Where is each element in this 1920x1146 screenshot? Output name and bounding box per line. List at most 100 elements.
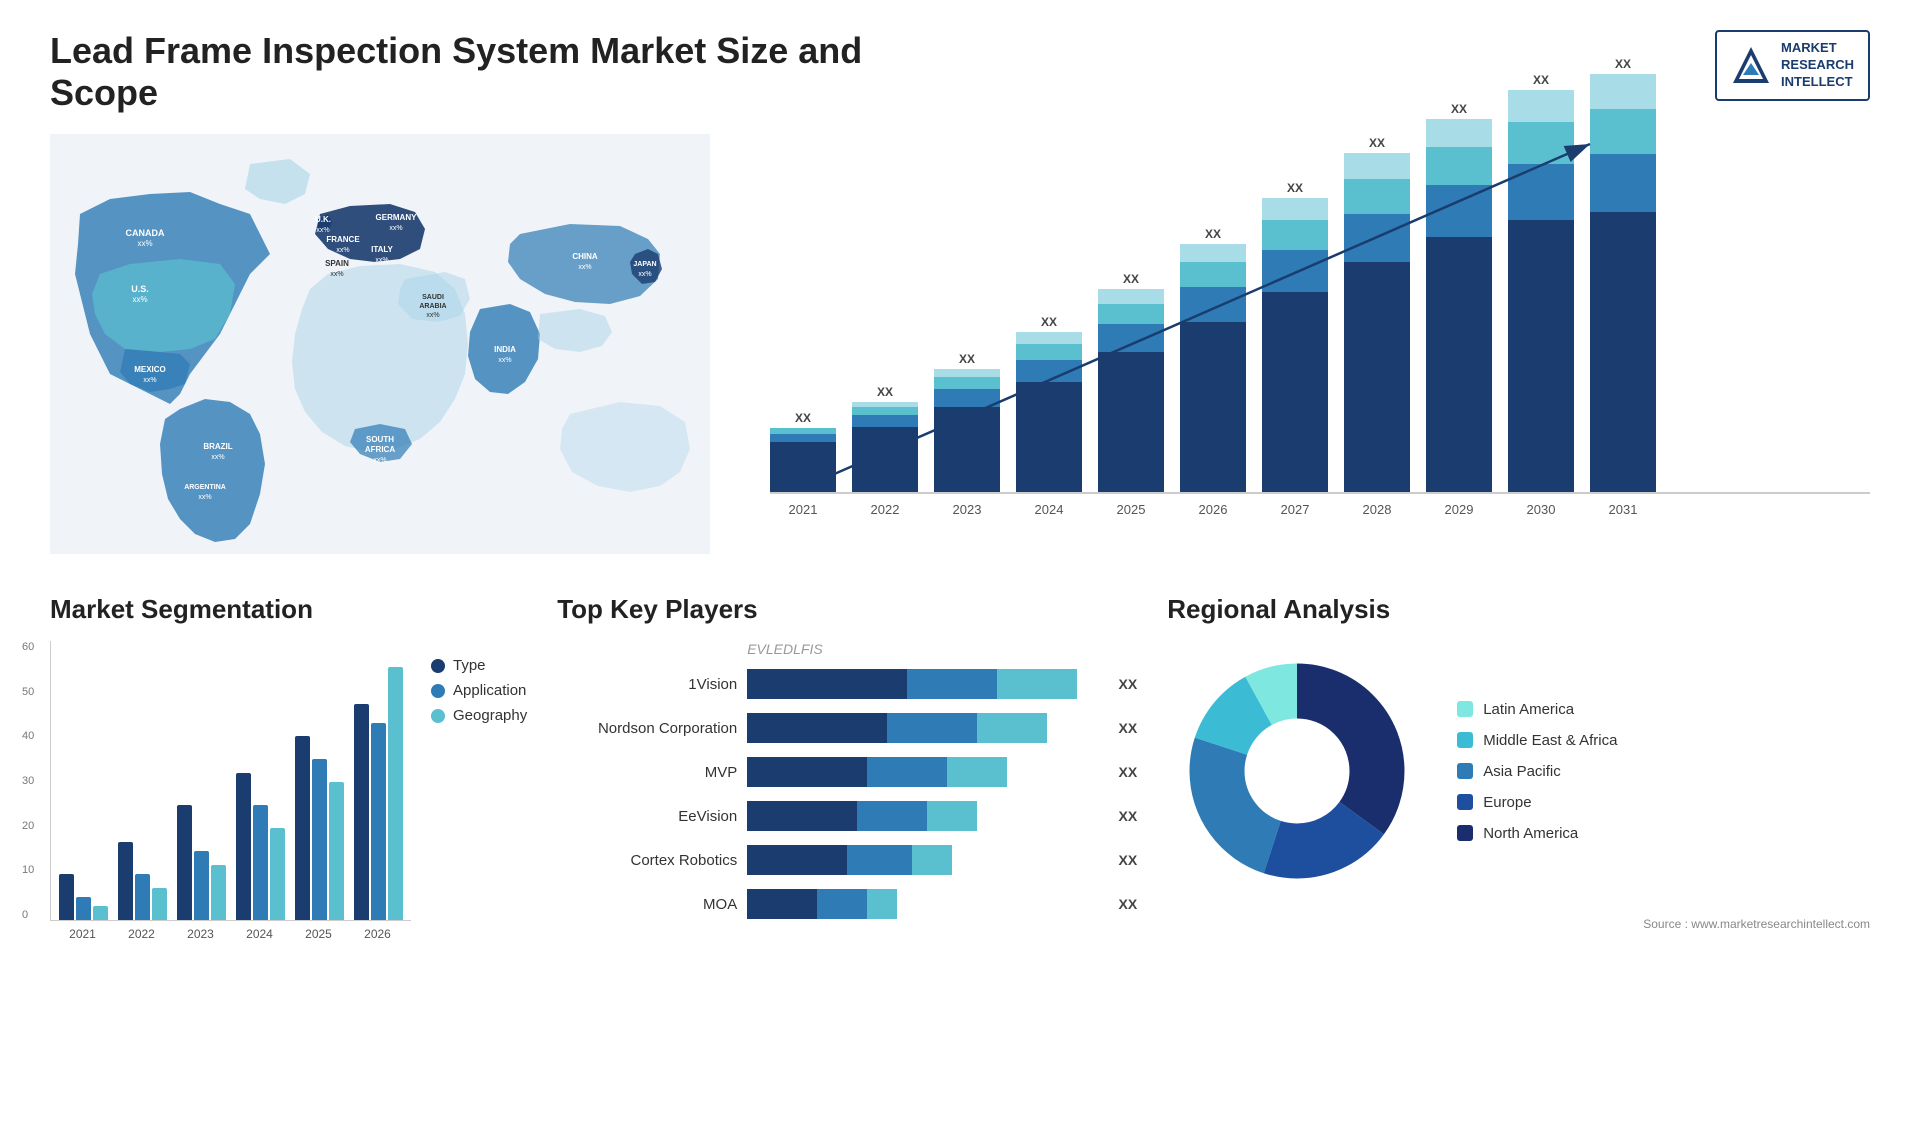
player-name-cortex: Cortex Robotics: [557, 852, 737, 869]
page-title: Lead Frame Inspection System Market Size…: [50, 30, 950, 114]
bottom-section: Market Segmentation 0 10 20 30 40 50 60: [50, 594, 1870, 941]
bar-2022: XX: [852, 385, 918, 492]
svg-text:ARABIA: ARABIA: [419, 303, 446, 310]
reg-dot-asia-pacific: [1457, 763, 1473, 779]
players-title: Top Key Players: [557, 594, 1137, 625]
svg-text:ITALY: ITALY: [371, 245, 393, 254]
svg-text:FRANCE: FRANCE: [326, 235, 360, 244]
source-text: Source : www.marketresearchintellect.com: [1167, 917, 1870, 931]
reg-dot-mea: [1457, 732, 1473, 748]
player-name-moa: MOA: [557, 896, 737, 913]
player-name-eevision: EeVision: [557, 808, 737, 825]
world-map-container: CANADA xx% U.S. xx% MEXICO xx% BRAZIL xx…: [50, 134, 710, 554]
player-row-eevision: EeVision XX: [557, 801, 1137, 831]
bar-2028: XX: [1344, 136, 1410, 492]
players-panel: Top Key Players EVLEDLFIS 1Vision XX Nor…: [557, 594, 1137, 933]
legend-geography-label: Geography: [453, 707, 527, 724]
player-xx-cortex: XX: [1119, 852, 1138, 868]
legend-type-label: Type: [453, 657, 486, 674]
svg-text:xx%: xx%: [389, 225, 402, 232]
seg-group-2022: [118, 842, 167, 920]
reg-dot-north-america: [1457, 825, 1473, 841]
player-bar-nordson: [747, 713, 1100, 743]
reg-label-asia-pacific: Asia Pacific: [1483, 763, 1561, 780]
bar-chart-bars: XX XX: [770, 134, 1870, 494]
player-bar-1vision: [747, 669, 1100, 699]
player-xx-nordson: XX: [1119, 720, 1138, 736]
reg-label-north-america: North America: [1483, 825, 1578, 842]
player-bar-mvp: [747, 757, 1100, 787]
reg-label-europe: Europe: [1483, 794, 1531, 811]
seg-x-labels: 2021 2022 2023 2024 2025 2026: [50, 927, 411, 941]
segmentation-legend: Type Application Geography: [431, 657, 527, 941]
reg-dot-latin-america: [1457, 701, 1473, 717]
seg-y-axis: 0 10 20 30 40 50 60: [22, 641, 34, 921]
seg-group-2026: [354, 667, 403, 920]
player-xx-eevision: XX: [1119, 808, 1138, 824]
reg-legend-asia-pacific: Asia Pacific: [1457, 763, 1617, 780]
player-bar-eevision: [747, 801, 1100, 831]
svg-text:AFRICA: AFRICA: [365, 445, 395, 454]
svg-text:BRAZIL: BRAZIL: [203, 442, 232, 451]
bar-2030: XX: [1508, 73, 1574, 492]
legend-application-label: Application: [453, 682, 526, 699]
donut-area: Latin America Middle East & Africa Asia …: [1167, 641, 1870, 901]
bar-2031: XX: [1590, 57, 1656, 492]
svg-text:xx%: xx%: [498, 357, 511, 364]
logo-icon: [1731, 45, 1771, 85]
svg-text:U.K.: U.K.: [315, 215, 331, 224]
player-row-1vision: 1Vision XX: [557, 669, 1137, 699]
seg-group-2025: [295, 736, 344, 920]
svg-text:JAPAN: JAPAN: [633, 261, 656, 268]
svg-text:xx%: xx%: [638, 271, 651, 278]
svg-text:xx%: xx%: [375, 257, 388, 264]
reg-label-mea: Middle East & Africa: [1483, 732, 1617, 749]
bar-chart-x-labels: 2021 2022 2023 2024 2025 2026 2027 2028 …: [770, 502, 1870, 517]
player-xx-mvp: XX: [1119, 764, 1138, 780]
legend-application-dot: [431, 684, 445, 698]
bar-chart-container: XX XX: [750, 134, 1870, 554]
player-name-mvp: MVP: [557, 764, 737, 781]
bar-2023: XX: [934, 352, 1000, 492]
seg-group-2023: [177, 805, 226, 920]
reg-legend-latin-america: Latin America: [1457, 701, 1617, 718]
regional-panel: Regional Analysis: [1167, 594, 1870, 931]
svg-text:CHINA: CHINA: [572, 252, 598, 261]
svg-text:xx%: xx%: [336, 247, 349, 254]
legend-geography: Geography: [431, 707, 527, 724]
svg-text:xx%: xx%: [132, 295, 147, 304]
bar-2021: XX: [770, 411, 836, 492]
reg-legend-north-america: North America: [1457, 825, 1617, 842]
seg-bars: [50, 641, 411, 921]
bar-2029: XX: [1426, 102, 1492, 492]
svg-text:INDIA: INDIA: [494, 345, 516, 354]
reg-legend-europe: Europe: [1457, 794, 1617, 811]
legend-type-dot: [431, 659, 445, 673]
svg-text:xx%: xx%: [426, 312, 439, 319]
svg-text:xx%: xx%: [373, 457, 386, 464]
seg-group-2021: [59, 874, 108, 920]
player-row-moa: MOA XX: [557, 889, 1137, 919]
seg-group-2024: [236, 773, 285, 920]
segmentation-title: Market Segmentation: [50, 594, 527, 625]
legend-application: Application: [431, 682, 527, 699]
segmentation-content: 0 10 20 30 40 50 60: [50, 641, 527, 941]
svg-text:ARGENTINA: ARGENTINA: [184, 484, 226, 491]
world-map-svg: CANADA xx% U.S. xx% MEXICO xx% BRAZIL xx…: [50, 134, 710, 554]
svg-text:xx%: xx%: [330, 271, 343, 278]
svg-text:xx%: xx%: [143, 377, 156, 384]
svg-text:SOUTH: SOUTH: [366, 435, 394, 444]
svg-text:xx%: xx%: [198, 494, 211, 501]
player-xx-moa: XX: [1119, 896, 1138, 912]
bar-2025: XX: [1098, 272, 1164, 492]
player-row-nordson: Nordson Corporation XX: [557, 713, 1137, 743]
legend-type: Type: [431, 657, 527, 674]
reg-legend-mea: Middle East & Africa: [1457, 732, 1617, 749]
svg-text:MEXICO: MEXICO: [134, 365, 166, 374]
svg-text:SPAIN: SPAIN: [325, 259, 349, 268]
player-name-1vision: 1Vision: [557, 676, 737, 693]
regional-legend: Latin America Middle East & Africa Asia …: [1457, 701, 1617, 842]
segmentation-panel: Market Segmentation 0 10 20 30 40 50 60: [50, 594, 527, 941]
legend-geography-dot: [431, 709, 445, 723]
logo: MARKET RESEARCH INTELLECT: [1715, 30, 1870, 101]
